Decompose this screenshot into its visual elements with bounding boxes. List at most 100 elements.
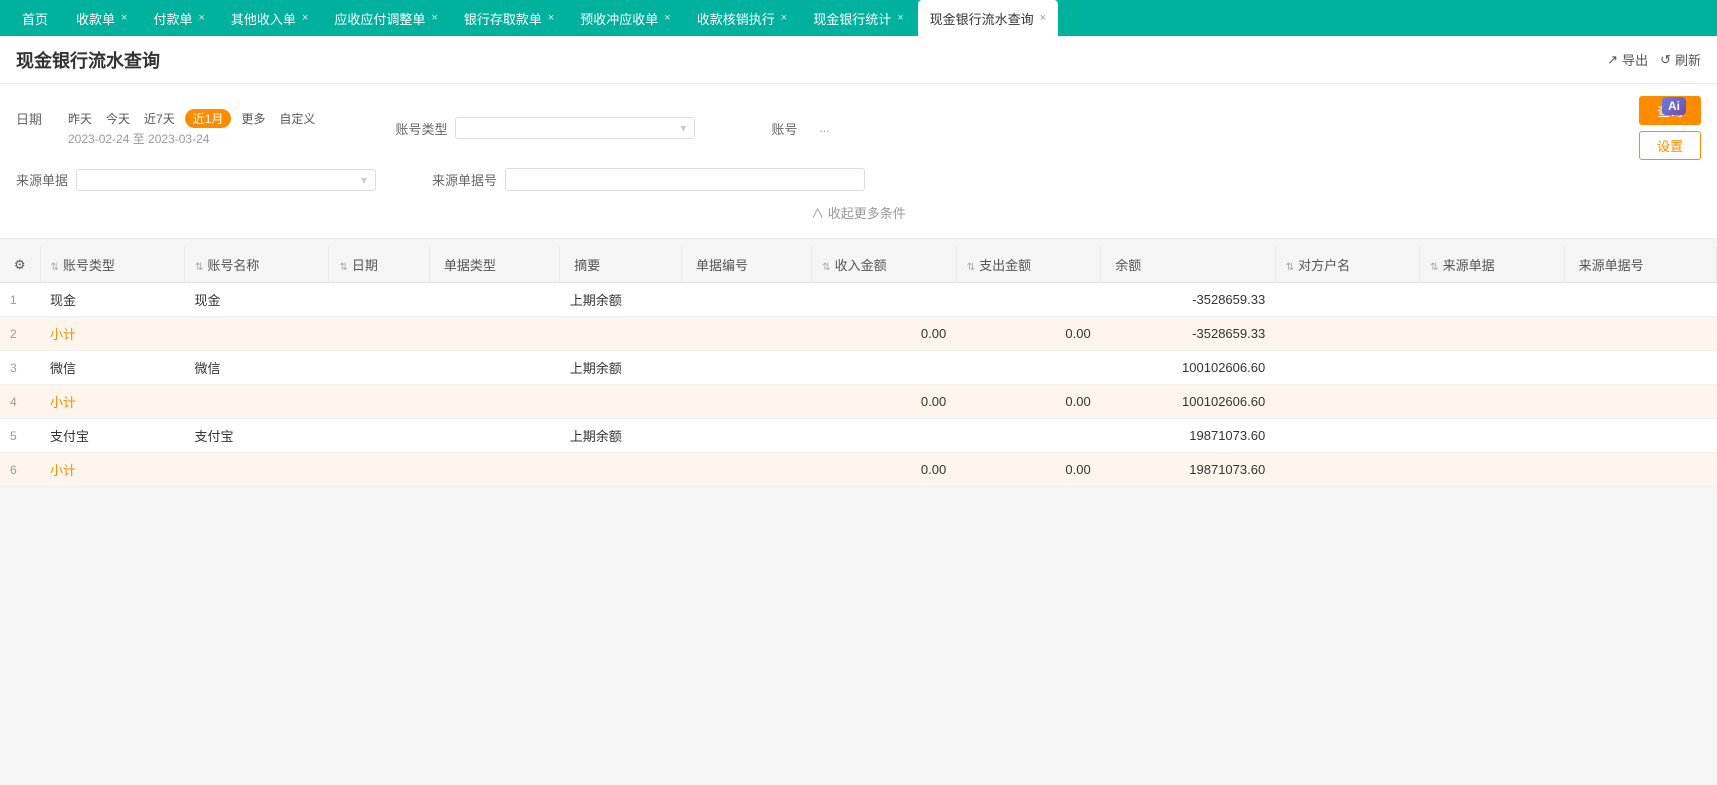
col-doc-no[interactable]: 单据编号 <box>682 247 812 283</box>
col-account-name[interactable]: ⇅账号名称 <box>184 247 328 283</box>
cell-doc-type <box>429 283 559 317</box>
cell-expense: 0.00 <box>956 453 1100 487</box>
nav-tab-yushouchen[interactable]: 预收冲应收单 × <box>568 0 682 36</box>
cell-balance: 19871073.60 <box>1101 453 1276 487</box>
col-account-type[interactable]: ⇅账号类型 <box>40 247 184 283</box>
cell-doc-type <box>429 419 559 453</box>
export-button[interactable]: ↗ 导出 <box>1607 50 1648 69</box>
header-actions: ↗ 导出 ↺ 刷新 <box>1607 50 1701 69</box>
close-tab-8[interactable]: × <box>1040 12 1046 24</box>
close-tab-4[interactable]: × <box>548 12 554 24</box>
col-source-doc[interactable]: ⇅来源单据 <box>1420 247 1564 283</box>
date-1month[interactable]: 近1月 <box>185 109 232 128</box>
cell-doc-no <box>682 283 812 317</box>
source-doc-select[interactable]: ▾ <box>76 169 376 191</box>
account-label: 账号 <box>771 119 811 138</box>
account-no-group: 账号 ... <box>771 119 829 138</box>
col-gear[interactable]: ⚙ <box>0 247 40 283</box>
close-tab-5[interactable]: × <box>664 12 670 24</box>
table-row[interactable]: 4小计0.000.00100102606.60 <box>0 385 1717 419</box>
cell-counterpart <box>1275 351 1419 385</box>
cell-account-name: 支付宝 <box>184 419 328 453</box>
cell-account-name <box>184 385 328 419</box>
cell-source-doc-no <box>1564 453 1716 487</box>
table-header: ⚙ ⇅账号类型 ⇅账号名称 ⇅日期 单据类型 摘要 单据编号 ⇅收入金额 ⇅支出… <box>0 247 1717 283</box>
cell-doc-type <box>429 351 559 385</box>
cell-date <box>329 453 429 487</box>
export-icon: ↗ <box>1607 52 1618 68</box>
cell-expense <box>956 351 1100 385</box>
nav-tab-xianjinyinhang-stat[interactable]: 现金银行统计 × <box>801 0 915 36</box>
row-number: 3 <box>0 351 40 385</box>
close-tab-7[interactable]: × <box>897 12 903 24</box>
close-tab-2[interactable]: × <box>302 12 308 24</box>
close-tab-0[interactable]: × <box>121 12 127 24</box>
col-summary[interactable]: 摘要 <box>560 247 682 283</box>
nav-tab-shoukuanxiaoxiao[interactable]: 收款核销执行 × <box>685 0 799 36</box>
source-doc-no-input[interactable] <box>505 168 865 191</box>
date-more[interactable]: 更多 <box>237 109 269 128</box>
nav-tab-shoukuandan[interactable]: 收款单 × <box>64 0 139 36</box>
cell-counterpart <box>1275 317 1419 351</box>
account-type-group: 账号类型 ▾ <box>395 117 695 139</box>
col-income[interactable]: ⇅收入金额 <box>812 247 956 283</box>
close-tab-6[interactable]: × <box>781 12 787 24</box>
filter-row-1: 日期 昨天 今天 近7天 近1月 更多 自定义 2023-02-24 至 202… <box>16 96 1701 160</box>
cell-summary <box>560 453 682 487</box>
cell-account-type: 小计 <box>40 385 184 419</box>
cell-date <box>329 351 429 385</box>
close-tab-1[interactable]: × <box>198 12 204 24</box>
cell-source-doc <box>1420 453 1564 487</box>
date-yesterday[interactable]: 昨天 <box>64 109 96 128</box>
cell-expense: 0.00 <box>956 385 1100 419</box>
cell-date <box>329 317 429 351</box>
table-row[interactable]: 5支付宝支付宝上期余额19871073.60 <box>0 419 1717 453</box>
nav-tab-fukuandan[interactable]: 付款单 × <box>141 0 216 36</box>
ai-badge[interactable]: Ai <box>1662 97 1686 115</box>
row-number: 6 <box>0 453 40 487</box>
cell-summary: 上期余额 <box>560 351 682 385</box>
table-row[interactable]: 2小计0.000.00-3528659.33 <box>0 317 1717 351</box>
cell-source-doc <box>1420 385 1564 419</box>
cell-account-type: 微信 <box>40 351 184 385</box>
cell-doc-no <box>682 385 812 419</box>
nav-tab-yingshouyingfu[interactable]: 应收应付调整单 × <box>322 0 449 36</box>
cell-account-type: 现金 <box>40 283 184 317</box>
refresh-button[interactable]: ↺ 刷新 <box>1660 50 1701 69</box>
close-tab-3[interactable]: × <box>431 12 437 24</box>
settings-button[interactable]: 设置 <box>1639 131 1701 160</box>
cell-summary: 上期余额 <box>560 419 682 453</box>
cell-doc-no <box>682 351 812 385</box>
col-date[interactable]: ⇅日期 <box>329 247 429 283</box>
filter-row-2: 来源单据 ▾ 来源单据号 <box>16 168 1701 191</box>
table-row[interactable]: 1现金现金上期余额-3528659.33 <box>0 283 1717 317</box>
col-balance[interactable]: 余额 <box>1101 247 1276 283</box>
account-type-select[interactable]: ▾ <box>455 117 695 139</box>
account-more-btn[interactable]: ... <box>819 121 829 135</box>
refresh-icon: ↺ <box>1660 52 1671 68</box>
nav-home[interactable]: 首页 <box>8 0 62 36</box>
cell-income <box>812 351 956 385</box>
filter-area: 日期 昨天 今天 近7天 近1月 更多 自定义 2023-02-24 至 202… <box>0 84 1717 239</box>
cell-income: 0.00 <box>812 453 956 487</box>
date-custom[interactable]: 自定义 <box>275 109 319 128</box>
date-7days[interactable]: 近7天 <box>140 109 179 128</box>
cell-doc-no <box>682 419 812 453</box>
cell-source-doc-no <box>1564 385 1716 419</box>
col-doc-type[interactable]: 单据类型 <box>429 247 559 283</box>
page-header: 现金银行流水查询 ↗ 导出 ↺ 刷新 <box>0 36 1717 84</box>
col-expense[interactable]: ⇅支出金额 <box>956 247 1100 283</box>
table-row[interactable]: 3微信微信上期余额100102606.60 <box>0 351 1717 385</box>
nav-tab-yinhangcunqu[interactable]: 银行存取款单 × <box>452 0 566 36</box>
cell-income: 0.00 <box>812 385 956 419</box>
table-row[interactable]: 6小计0.000.0019871073.60 <box>0 453 1717 487</box>
nav-tab-xianjinliushui[interactable]: 现金银行流水查询 × <box>918 0 1058 36</box>
cell-expense <box>956 283 1100 317</box>
nav-tab-qitashouru[interactable]: 其他收入单 × <box>219 0 320 36</box>
col-counterpart[interactable]: ⇅对方户名 <box>1275 247 1419 283</box>
date-filter-group: 日期 昨天 今天 近7天 近1月 更多 自定义 2023-02-24 至 202… <box>16 109 319 147</box>
account-type-label: 账号类型 <box>395 119 447 138</box>
col-source-doc-no[interactable]: 来源单据号 <box>1564 247 1716 283</box>
date-today[interactable]: 今天 <box>102 109 134 128</box>
collapse-more-conditions[interactable]: ∧ 收起更多条件 <box>16 199 1701 226</box>
